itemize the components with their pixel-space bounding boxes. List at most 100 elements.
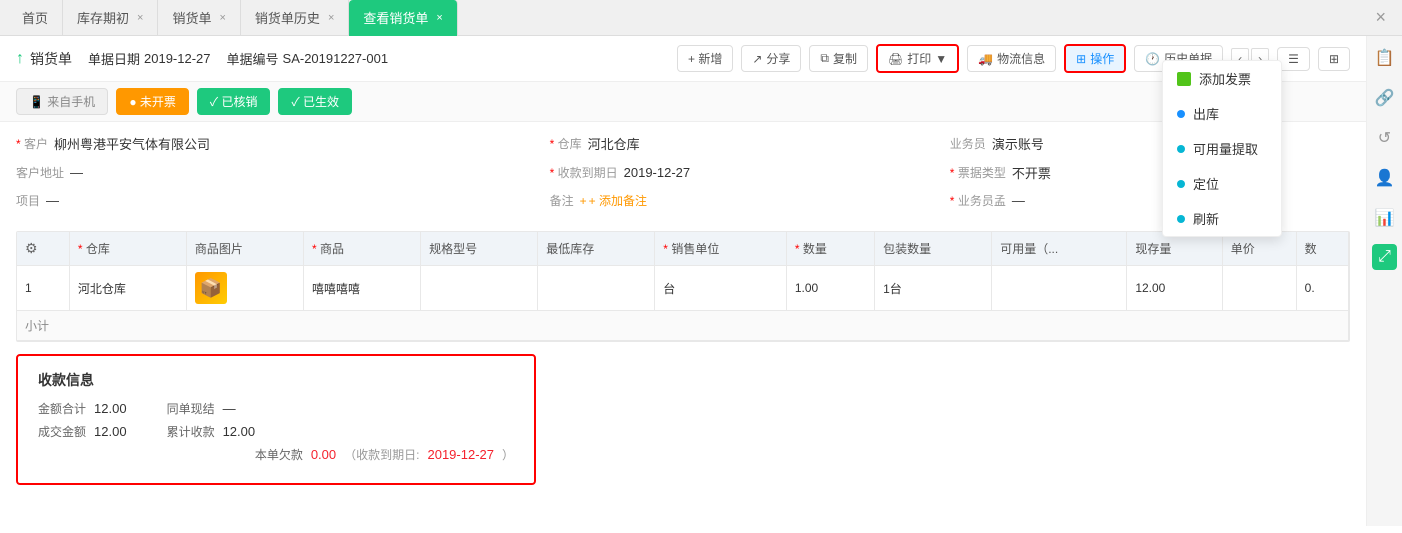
link-icon[interactable]: 🔗 <box>1371 84 1399 112</box>
amount-total-value: 12.00 <box>94 401 127 416</box>
product-image: 📦 <box>195 272 227 304</box>
truck-icon: 🚚 <box>978 52 993 66</box>
plus-icon: + <box>580 194 587 208</box>
due-date-value: 2019-12-27 <box>624 165 691 180</box>
grid-icon: ⊞ <box>1076 52 1086 66</box>
share-icon: ↗ <box>752 52 762 66</box>
deal-amount-label: 成交金额 <box>38 423 86 440</box>
doc-title: ↑ 销货单 <box>16 49 72 69</box>
doc-date-value: 2019-12-27 <box>144 51 211 66</box>
tab-inventory[interactable]: 库存期初 × <box>63 0 158 36</box>
col-spec: 规格型号 <box>421 232 538 266</box>
refresh-icon[interactable]: ↺ <box>1374 124 1395 152</box>
effective-button[interactable]: ✓ 已生效 <box>278 88 352 115</box>
staff2-label: 业务员孟 <box>950 192 1006 209</box>
layout-list-button[interactable]: ☰ <box>1277 47 1310 71</box>
blue-dot-icon <box>1177 110 1185 118</box>
row-min-stock <box>538 266 655 311</box>
teal-dot-icon-3 <box>1177 215 1185 223</box>
warehouse-field: 仓库 河北仓库 <box>550 134 950 153</box>
col-amount: 数 <box>1296 232 1348 266</box>
col-image: 商品图片 <box>186 232 303 266</box>
note-label: 备注 <box>550 192 574 209</box>
doc-date-label: 单据日期 <box>88 49 140 68</box>
tab-sales-history-close[interactable]: × <box>328 12 334 24</box>
col-stock: 现存量 <box>1127 232 1222 266</box>
staff-field: 业务员 演示账号 <box>950 134 1350 153</box>
from-phone-button[interactable]: 📱 来自手机 <box>16 88 108 115</box>
tab-sales-history[interactable]: 销货单历史 × <box>241 0 349 36</box>
deal-amount-item: 成交金额 12.00 <box>38 423 127 440</box>
print-button[interactable]: 🖨 打印 ▼ <box>876 44 959 73</box>
right-sidebar: 📋 🔗 ↺ 👤 📊 ⤢ <box>1366 36 1402 526</box>
amount-total-item: 金额合计 12.00 <box>38 400 127 417</box>
col-unit: 销售单位 <box>655 232 787 266</box>
teal-dot-icon-2 <box>1177 180 1185 188</box>
summary-row-3: 本单欠款 0.00 （收款到期日: 2019-12-27 ） <box>38 446 514 463</box>
subtotal-label: 小计 <box>17 311 1349 341</box>
copy-button[interactable]: ⧉ 复制 <box>809 45 868 72</box>
refresh-item[interactable]: 刷新 <box>1163 201 1281 236</box>
operations-button[interactable]: ⊞ 操作 <box>1064 44 1126 73</box>
row-amount: 0. <box>1296 266 1348 311</box>
row-stock: 12.00 <box>1127 266 1222 311</box>
outbound-item[interactable]: 出库 <box>1163 96 1281 131</box>
phone-icon: 📱 <box>29 95 44 109</box>
window-close-button[interactable]: × <box>1367 7 1394 28</box>
logistics-button[interactable]: 🚚 物流信息 <box>967 45 1056 72</box>
row-warehouse: 河北仓库 <box>69 266 186 311</box>
tab-sales-close[interactable]: × <box>219 12 225 24</box>
tab-inventory-close[interactable]: × <box>137 12 143 24</box>
tab-home[interactable]: 首页 <box>8 0 63 36</box>
same-order-settle-label: 同单现结 <box>167 400 215 417</box>
doc-type-label: 销货单 <box>30 49 72 69</box>
operations-dropdown: 添加发票 出库 可用量提取 定位 刷新 <box>1162 60 1282 237</box>
due-date-field: 收款到期日 2019-12-27 <box>550 164 950 181</box>
not-open-button[interactable]: ● 未开票 <box>116 88 189 115</box>
doc-number-label: 单据编号 <box>227 49 279 68</box>
doc-type-icon: ↑ <box>16 50 24 68</box>
same-order-settle-item: 同单现结 — <box>167 400 236 417</box>
due-date-hint: 2019-12-27 <box>427 447 494 462</box>
new-button[interactable]: + 新增 <box>677 45 733 72</box>
col-qty: 数量 <box>786 232 874 266</box>
summary-row-2: 成交金额 12.00 累计收款 12.00 <box>38 423 514 440</box>
project-value: — <box>46 193 59 208</box>
locate-item[interactable]: 定位 <box>1163 166 1281 201</box>
customer-value: 柳州粤港平安气体有限公司 <box>54 134 210 153</box>
summary-panel: 收款信息 金额合计 12.00 同单现结 — 成交金额 12.00 <box>16 354 536 485</box>
owed-item: 本单欠款 0.00 （收款到期日: 2019-12-27 ） <box>255 446 514 463</box>
row-price <box>1222 266 1296 311</box>
same-order-settle-value: — <box>223 401 236 416</box>
add-invoice-item[interactable]: 添加发票 <box>1163 61 1281 96</box>
tab-view-sales[interactable]: 查看销货单 × <box>349 0 457 36</box>
tab-view-sales-close[interactable]: × <box>436 12 442 24</box>
staff2-value: — <box>1012 193 1025 208</box>
add-note-button[interactable]: + + 添加备注 <box>580 192 647 209</box>
available-extract-item[interactable]: 可用量提取 <box>1163 131 1281 166</box>
note-field: 备注 + + 添加备注 <box>550 192 950 209</box>
staff2-field: 业务员孟 — <box>950 192 1350 209</box>
expand-icon[interactable]: ⤢ <box>1372 244 1397 270</box>
clipboard-icon[interactable]: 📋 <box>1371 44 1399 72</box>
data-table-wrapper: ⚙ 仓库 商品图片 商品 规格型号 最低库存 销售单位 数量 包装数量 可用量（… <box>16 231 1350 342</box>
form-row-1: 客户 柳州粤港平安气体有限公司 仓库 河北仓库 业务员 演示账号 <box>16 134 1350 153</box>
amount-total-label: 金额合计 <box>38 400 86 417</box>
settings-icon[interactable]: ⚙ <box>25 240 38 256</box>
copy-icon: ⧉ <box>820 51 829 66</box>
summary-row-1: 金额合计 12.00 同单现结 — <box>38 400 514 417</box>
tab-sales[interactable]: 销货单 × <box>158 0 240 36</box>
user-icon[interactable]: 👤 <box>1371 164 1399 192</box>
owed-value: 0.00 <box>311 447 336 462</box>
invoice-icon <box>1177 72 1191 86</box>
share-button[interactable]: ↗ 分享 <box>741 45 801 72</box>
row-pack-qty: 1台 <box>875 266 992 311</box>
owed-hint: （收款到期日: <box>344 446 419 463</box>
col-min-stock: 最低库存 <box>538 232 655 266</box>
collected-label: 累计收款 <box>167 423 215 440</box>
chart-icon[interactable]: 📊 <box>1371 204 1399 232</box>
verified-button[interactable]: ✓ 已核销 <box>197 88 271 115</box>
layout-grid-button[interactable]: ⊞ <box>1318 47 1350 71</box>
col-available: 可用量（... <box>992 232 1127 266</box>
table-header-row: ⚙ 仓库 商品图片 商品 规格型号 最低库存 销售单位 数量 包装数量 可用量（… <box>17 232 1349 266</box>
